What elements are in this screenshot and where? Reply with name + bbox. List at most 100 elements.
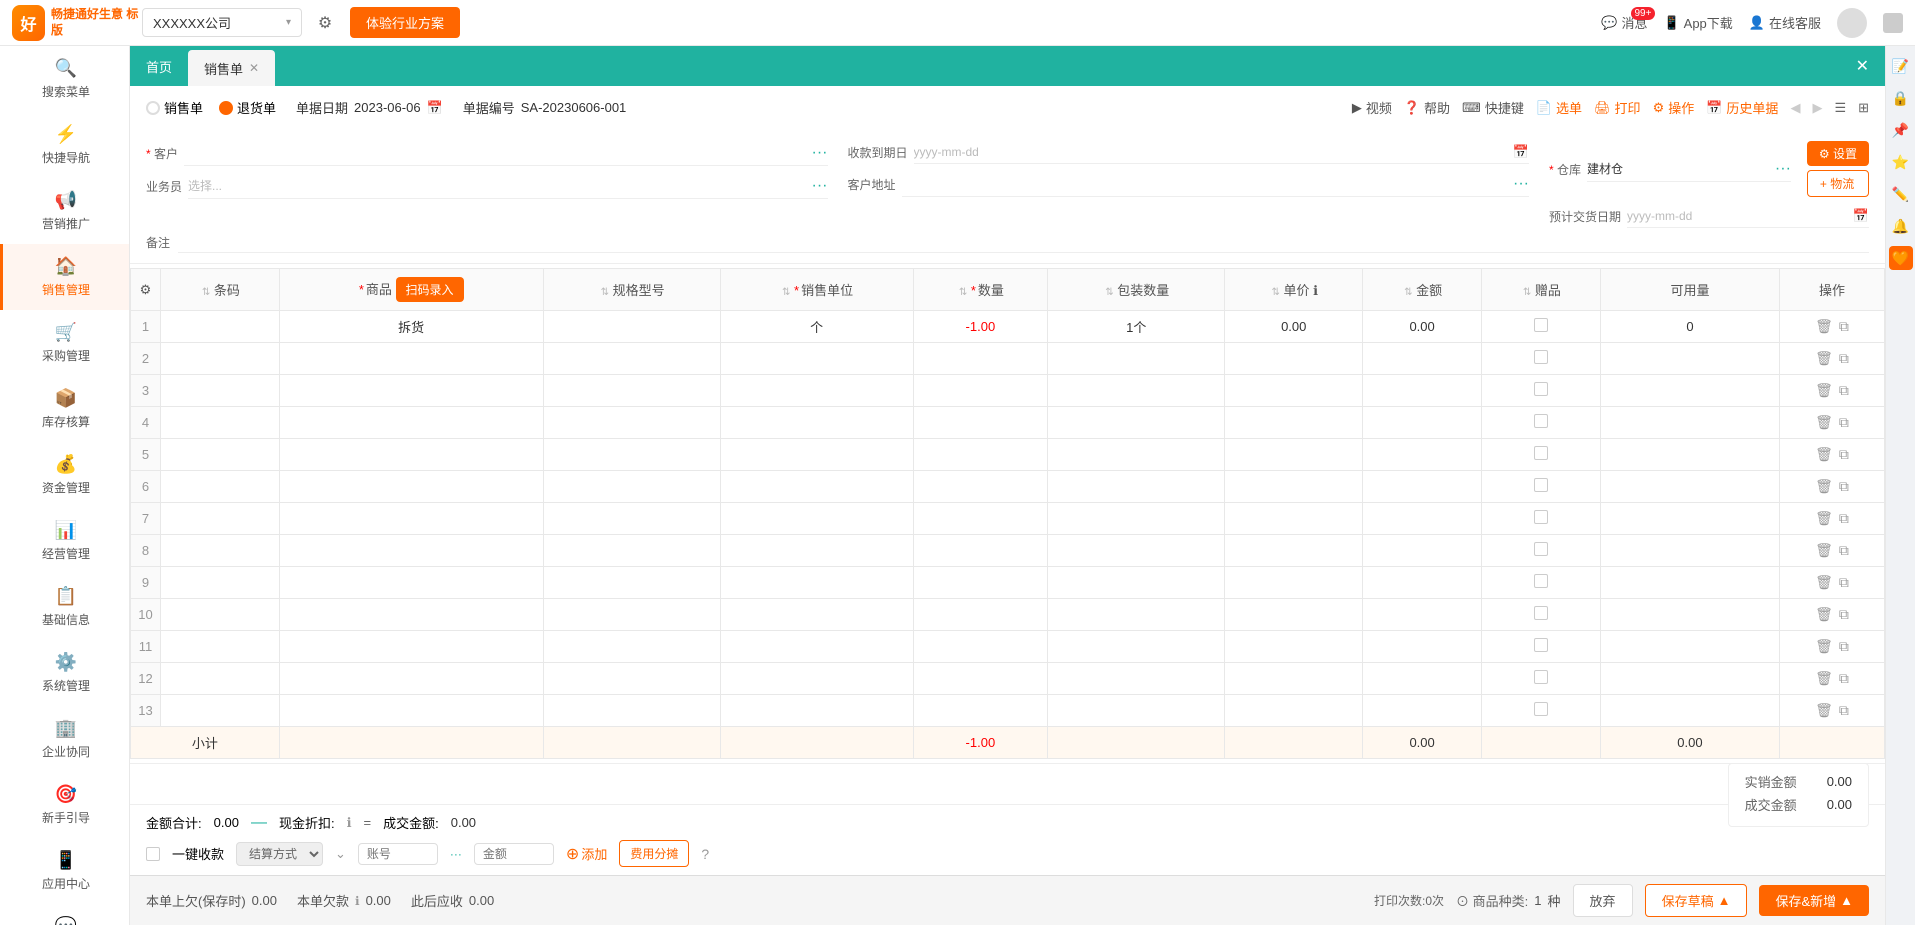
- row-qty-3[interactable]: [913, 375, 1048, 407]
- save-new-button[interactable]: 保存&新增 ▲: [1759, 885, 1869, 916]
- row-barcode-12[interactable]: [161, 663, 280, 695]
- right-sidebar-icon-7[interactable]: 🧡: [1889, 246, 1913, 270]
- row-qty-1[interactable]: -1.00: [913, 311, 1048, 343]
- sidebar-item-purchase[interactable]: 🛒 采购管理: [0, 310, 129, 376]
- row-unit-price-2[interactable]: [1225, 343, 1363, 375]
- row-pkg-qty-11[interactable]: [1048, 631, 1225, 663]
- account-dots-btn[interactable]: ···: [450, 847, 462, 861]
- sidebar-item-system[interactable]: ⚙️ 系统管理: [0, 640, 129, 706]
- row-delete-icon-3[interactable]: 🗑: [1815, 382, 1833, 399]
- list-view-icon[interactable]: ☰: [1834, 100, 1846, 116]
- row-pkg-qty-3[interactable]: [1048, 375, 1225, 407]
- action-help[interactable]: ❓ 帮助: [1404, 98, 1450, 117]
- row-copy-icon-10[interactable]: ⧉: [1839, 606, 1849, 623]
- radio-sales-order[interactable]: 销售单: [146, 98, 203, 117]
- total-owed-help-icon[interactable]: ℹ: [355, 894, 360, 908]
- settings-button[interactable]: ⚙ 设置: [1807, 141, 1869, 166]
- row-copy-icon-8[interactable]: ⧉: [1839, 542, 1849, 559]
- row-spec-5[interactable]: [543, 439, 720, 471]
- right-sidebar-icon-1[interactable]: 📝: [1889, 54, 1913, 78]
- row-amount-4[interactable]: [1363, 407, 1482, 439]
- row-spec-1[interactable]: [543, 311, 720, 343]
- row-spec-2[interactable]: [543, 343, 720, 375]
- row-gift-5[interactable]: [1482, 439, 1601, 471]
- row-delete-icon-8[interactable]: 🗑: [1815, 542, 1833, 559]
- row-unit-6[interactable]: [720, 471, 913, 503]
- row-barcode-8[interactable]: [161, 535, 280, 567]
- row-barcode-1[interactable]: [161, 311, 280, 343]
- discard-button[interactable]: 放弃: [1573, 884, 1633, 917]
- row-pkg-qty-1[interactable]: 1个: [1048, 311, 1225, 343]
- row-delete-icon-4[interactable]: 🗑: [1815, 414, 1833, 431]
- row-unit-price-9[interactable]: [1225, 567, 1363, 599]
- sidebar-item-sales[interactable]: 🏠 销售管理: [0, 244, 129, 310]
- action-history[interactable]: 📅 历史单据: [1706, 98, 1778, 117]
- right-sidebar-icon-3[interactable]: 📌: [1889, 118, 1913, 142]
- row-unit-5[interactable]: [720, 439, 913, 471]
- row-delete-icon-2[interactable]: 🗑: [1815, 350, 1833, 367]
- row-unit-10[interactable]: [720, 599, 913, 631]
- row-unit-price-4[interactable]: [1225, 407, 1363, 439]
- row-delete-icon-9[interactable]: 🗑: [1815, 574, 1833, 591]
- row-spec-13[interactable]: [543, 695, 720, 727]
- avatar[interactable]: [1837, 8, 1867, 38]
- settlement-expand-icon[interactable]: ⌄: [335, 846, 346, 862]
- tab-close-icon[interactable]: ✕: [249, 61, 259, 75]
- row-qty-4[interactable]: [913, 407, 1048, 439]
- row-unit-8[interactable]: [720, 535, 913, 567]
- row-unit-price-12[interactable]: [1225, 663, 1363, 695]
- row-qty-6[interactable]: [913, 471, 1048, 503]
- row-gift-8[interactable]: [1482, 535, 1601, 567]
- add-payment-button[interactable]: ⊕ 添加: [566, 844, 607, 864]
- row-qty-7[interactable]: [913, 503, 1048, 535]
- row-copy-icon-12[interactable]: ⧉: [1839, 670, 1849, 687]
- col-settings[interactable]: ⚙: [131, 269, 161, 311]
- row-unit-price-13[interactable]: [1225, 695, 1363, 727]
- sidebar-item-marketing[interactable]: 📢 营销推广: [0, 178, 129, 244]
- row-delete-icon-7[interactable]: 🗑: [1815, 510, 1833, 527]
- discount-help-icon[interactable]: ℹ: [347, 815, 352, 831]
- row-copy-icon-4[interactable]: ⧉: [1839, 414, 1849, 431]
- sidebar-item-apps[interactable]: 📱 应用中心: [0, 838, 129, 904]
- row-qty-10[interactable]: [913, 599, 1048, 631]
- sidebar-item-enterprise[interactable]: 🏢 企业协同: [0, 706, 129, 772]
- row-unit-4[interactable]: [720, 407, 913, 439]
- row-amount-7[interactable]: [1363, 503, 1482, 535]
- nav-prev-icon[interactable]: ◀: [1790, 100, 1800, 116]
- row-amount-5[interactable]: [1363, 439, 1482, 471]
- radio-return-order[interactable]: 退货单: [219, 98, 276, 117]
- row-unit-price-6[interactable]: [1225, 471, 1363, 503]
- row-amount-1[interactable]: 0.00: [1363, 311, 1482, 343]
- row-amount-2[interactable]: [1363, 343, 1482, 375]
- row-spec-12[interactable]: [543, 663, 720, 695]
- row-copy-icon-6[interactable]: ⧉: [1839, 478, 1849, 495]
- row-barcode-6[interactable]: [161, 471, 280, 503]
- save-draft-button[interactable]: 保存草稿 ▲: [1645, 884, 1748, 917]
- one-click-collect-checkbox[interactable]: [146, 847, 160, 861]
- row-barcode-13[interactable]: [161, 695, 280, 727]
- row-product-1[interactable]: 拆货: [279, 311, 543, 343]
- row-product-8[interactable]: [279, 535, 543, 567]
- row-pkg-qty-5[interactable]: [1048, 439, 1225, 471]
- grid-view-icon[interactable]: ⊞: [1858, 100, 1869, 116]
- amount-input[interactable]: [474, 843, 554, 865]
- row-gift-13[interactable]: [1482, 695, 1601, 727]
- account-input[interactable]: [358, 843, 438, 865]
- row-barcode-5[interactable]: [161, 439, 280, 471]
- trial-button[interactable]: 体验行业方案: [350, 7, 460, 38]
- action-shortcut[interactable]: ⌨ 快捷键: [1462, 98, 1524, 117]
- row-unit-9[interactable]: [720, 567, 913, 599]
- sidebar-item-inventory[interactable]: 📦 库存核算: [0, 376, 129, 442]
- app-download-button[interactable]: 📱 App下载: [1663, 13, 1732, 32]
- row-pkg-qty-8[interactable]: [1048, 535, 1225, 567]
- row-spec-3[interactable]: [543, 375, 720, 407]
- row-spec-11[interactable]: [543, 631, 720, 663]
- row-gift-9[interactable]: [1482, 567, 1601, 599]
- row-amount-6[interactable]: [1363, 471, 1482, 503]
- right-sidebar-icon-5[interactable]: ✏️: [1889, 182, 1913, 206]
- row-barcode-11[interactable]: [161, 631, 280, 663]
- row-product-9[interactable]: [279, 567, 543, 599]
- row-barcode-2[interactable]: [161, 343, 280, 375]
- warehouse-input[interactable]: [1587, 162, 1775, 176]
- calendar-icon[interactable]: 📅: [427, 100, 443, 116]
